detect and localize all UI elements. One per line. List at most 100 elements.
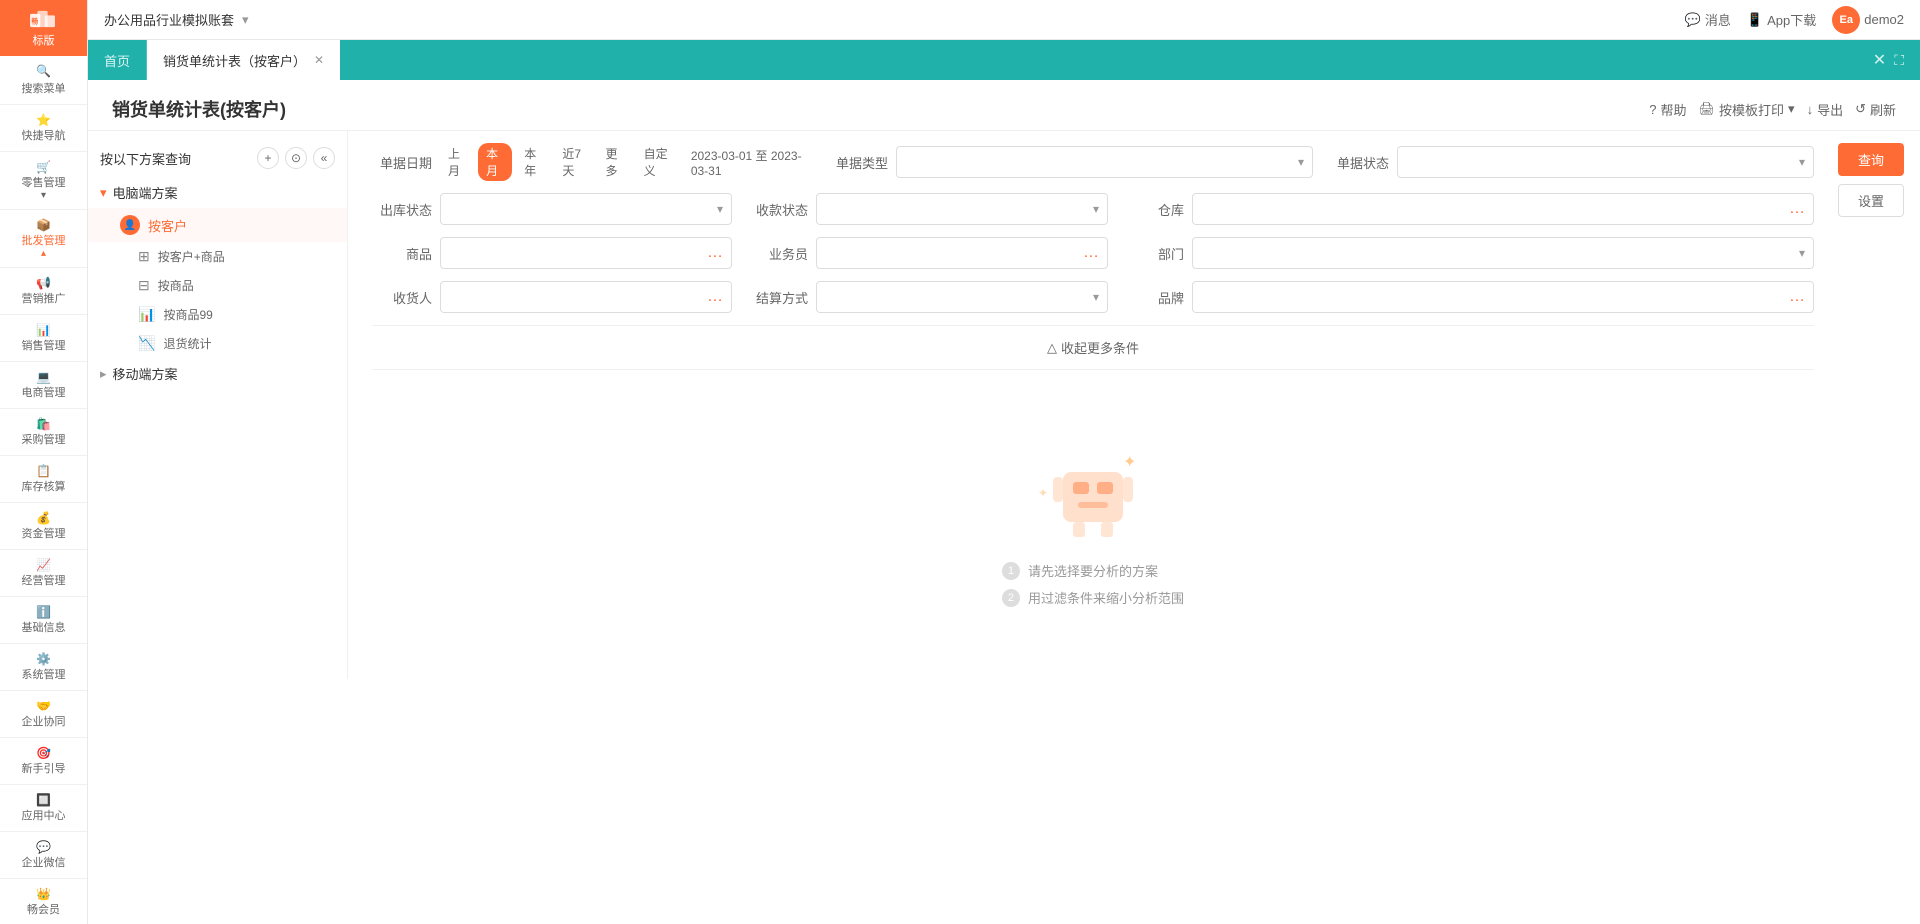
sidebar-guide[interactable]: 🎯 新手引导 [0, 738, 87, 785]
scheme-item-by-customer[interactable]: 👤 按客户 [88, 208, 347, 242]
brand-ellipsis-icon[interactable]: … [1789, 288, 1805, 306]
department-select[interactable]: ▾ [1192, 237, 1814, 269]
window-maximize-icon[interactable]: ⛶ [1894, 52, 1904, 69]
by-goods-icon: ⊟ [138, 277, 150, 294]
app-download-btn[interactable]: 📱 App下载 [1747, 10, 1816, 29]
message-label: 消息 [1705, 10, 1731, 29]
shortcut-last-7-days[interactable]: 近7天 [554, 143, 593, 181]
scheme-section-desktop-header[interactable]: ▾ 电脑端方案 [88, 177, 347, 208]
scheme-add-btn[interactable]: + [257, 147, 279, 169]
sidebar-marketing[interactable]: 📢 营销推广 [0, 268, 87, 315]
out-status-label: 出库状态 [372, 200, 432, 219]
collapse-btn[interactable]: △ 收起更多条件 [1047, 330, 1139, 365]
settlement-select[interactable]: ▾ [816, 281, 1108, 313]
tab-expand-btn[interactable]: ✕ ⛶ [1857, 50, 1920, 70]
scheme-section-mobile-header[interactable]: ▸ 移动端方案 [88, 358, 347, 389]
out-status-arrow-icon: ▾ [717, 202, 723, 216]
brand-label: 品牌 [1124, 288, 1184, 307]
salesperson-select[interactable]: … [816, 237, 1108, 269]
sidebar-operations[interactable]: 📈 经营管理 [0, 550, 87, 597]
scheme-collapse-icon[interactable]: « [313, 147, 335, 169]
sidebar-finance[interactable]: 💰 资金管理 [0, 503, 87, 550]
scheme-item-by-goods99[interactable]: 📊 按商品99 [88, 300, 347, 329]
collection-status-select[interactable]: ▾ [816, 193, 1108, 225]
goods-select[interactable]: … [440, 237, 732, 269]
scheme-item-by-goods99-label: 按商品99 [163, 306, 212, 323]
date-range-display: 2023-03-01 至 2023-03-31 [691, 147, 812, 178]
user-label: demo2 [1864, 12, 1904, 27]
query-btn[interactable]: 查询 [1838, 143, 1904, 176]
sidebar-quick-nav[interactable]: ⭐ 快捷导航 [0, 105, 87, 152]
main-area: 办公用品行业模拟账套 ▾ 💬 消息 📱 App下载 Ea demo2 首页 [88, 0, 1920, 924]
sidebar-operations-label: 经营管理 [22, 572, 66, 588]
help-icon: ? [1649, 102, 1656, 117]
sidebar-system[interactable]: ⚙️ 系统管理 [0, 644, 87, 691]
filter-row-2: 出库状态 ▾ 收款状态 ▾ [372, 193, 1814, 225]
help-btn[interactable]: ? 帮助 [1649, 100, 1686, 119]
shortcut-more[interactable]: 更多 [598, 143, 632, 181]
tab-home[interactable]: 首页 [88, 40, 147, 80]
svg-text:✦: ✦ [1123, 454, 1136, 471]
purchase-icon: 🛍️ [36, 417, 51, 431]
settlement-label: 结算方式 [748, 288, 808, 307]
user-menu[interactable]: Ea demo2 [1832, 6, 1904, 34]
svg-text:✦: ✦ [1038, 486, 1048, 500]
return-stat-icon: 📉 [138, 335, 155, 352]
sidebar-retail-label: 零售管理 [22, 174, 66, 190]
message-icon: 💬 [1685, 12, 1701, 28]
sidebar-wecom[interactable]: 💬 企业微信 [0, 832, 87, 879]
scheme-item-by-goods[interactable]: ⊟ 按商品 [88, 271, 347, 300]
sidebar-enterprise[interactable]: 🤝 企业协同 [0, 691, 87, 738]
order-type-select[interactable]: ▾ [896, 146, 1313, 178]
settings-btn[interactable]: 设置 [1838, 184, 1904, 217]
warehouse-ellipsis-icon[interactable]: … [1789, 200, 1805, 218]
shortcut-this-year[interactable]: 本年 [516, 143, 550, 181]
scheme-item-customer-goods[interactable]: ⊞ 按客户+商品 [88, 242, 347, 271]
receiver-label: 收货人 [372, 288, 432, 307]
topbar-dropdown-icon[interactable]: ▾ [242, 12, 249, 28]
date-shortcuts: 上月 本月 本年 近7天 更多 自定义 [440, 143, 679, 181]
sidebar-inventory[interactable]: 📋 库存核算 [0, 456, 87, 503]
sidebar-retail[interactable]: 🛒 零售管理 ▾ [0, 152, 87, 210]
export-btn[interactable]: ↓ 导出 [1807, 100, 1844, 119]
sidebar-app-center[interactable]: 🔲 应用中心 [0, 785, 87, 832]
shortcut-last-month[interactable]: 上月 [440, 143, 474, 181]
refresh-icon: ↺ [1855, 101, 1866, 117]
empty-illustration-icon: ✦ ✦ [1033, 442, 1153, 542]
warehouse-select[interactable]: … [1192, 193, 1814, 225]
goods-ellipsis-icon[interactable]: … [707, 244, 723, 262]
app-logo-icon: 畅 [23, 8, 65, 30]
salesperson-ellipsis-icon[interactable]: … [1083, 244, 1099, 262]
order-status-select[interactable]: ▾ [1397, 146, 1814, 178]
sidebar-ecommerce[interactable]: 💻 电商管理 [0, 362, 87, 409]
shortcut-this-month[interactable]: 本月 [478, 143, 512, 181]
window-close-icon[interactable]: ✕ [1873, 50, 1886, 70]
filter-row-4: 收货人 … 结算方式 ▾ [372, 281, 1814, 313]
operations-icon: 📈 [36, 558, 51, 572]
department-label: 部门 [1124, 244, 1184, 263]
scheme-settings-icon[interactable]: ⊙ [285, 147, 307, 169]
message-btn[interactable]: 💬 消息 [1685, 10, 1731, 29]
sidebar-sales[interactable]: 📊 销售管理 [0, 315, 87, 362]
sidebar-search-menu[interactable]: 🔍 搜索菜单 [0, 56, 87, 105]
wecom-icon: 💬 [36, 840, 51, 854]
sidebar-wholesale[interactable]: 📦 批发管理 ▴ [0, 210, 87, 268]
marketing-icon: 📢 [36, 276, 51, 290]
receiver-ellipsis-icon[interactable]: … [707, 288, 723, 306]
scheme-panel: 按以下方案查询 + ⊙ « ▾ 电脑端方案 👤 [88, 131, 348, 679]
sidebar-basic-info[interactable]: ℹ️ 基础信息 [0, 597, 87, 644]
tab-close-icon[interactable]: ✕ [314, 53, 324, 67]
brand-select[interactable]: … [1192, 281, 1814, 313]
tab-sales-stat[interactable]: 销货单统计表（按客户） ✕ [147, 40, 340, 80]
shortcut-custom[interactable]: 自定义 [636, 143, 679, 181]
print-btn[interactable]: 🖨 按模板打印 ▾ [1699, 100, 1795, 119]
out-status-select[interactable]: ▾ [440, 193, 732, 225]
receiver-select[interactable]: … [440, 281, 732, 313]
mobile-section-arrow: ▸ [100, 366, 107, 382]
sidebar-sales-label: 销售管理 [22, 337, 66, 353]
refresh-btn[interactable]: ↺ 刷新 [1855, 100, 1896, 119]
scheme-item-return-stat[interactable]: 📉 退货统计 [88, 329, 347, 358]
filter-salesperson: 业务员 … [748, 237, 1108, 269]
sidebar-purchase[interactable]: 🛍️ 采购管理 [0, 409, 87, 456]
sidebar-member[interactable]: 👑 畅会员 [0, 879, 87, 924]
